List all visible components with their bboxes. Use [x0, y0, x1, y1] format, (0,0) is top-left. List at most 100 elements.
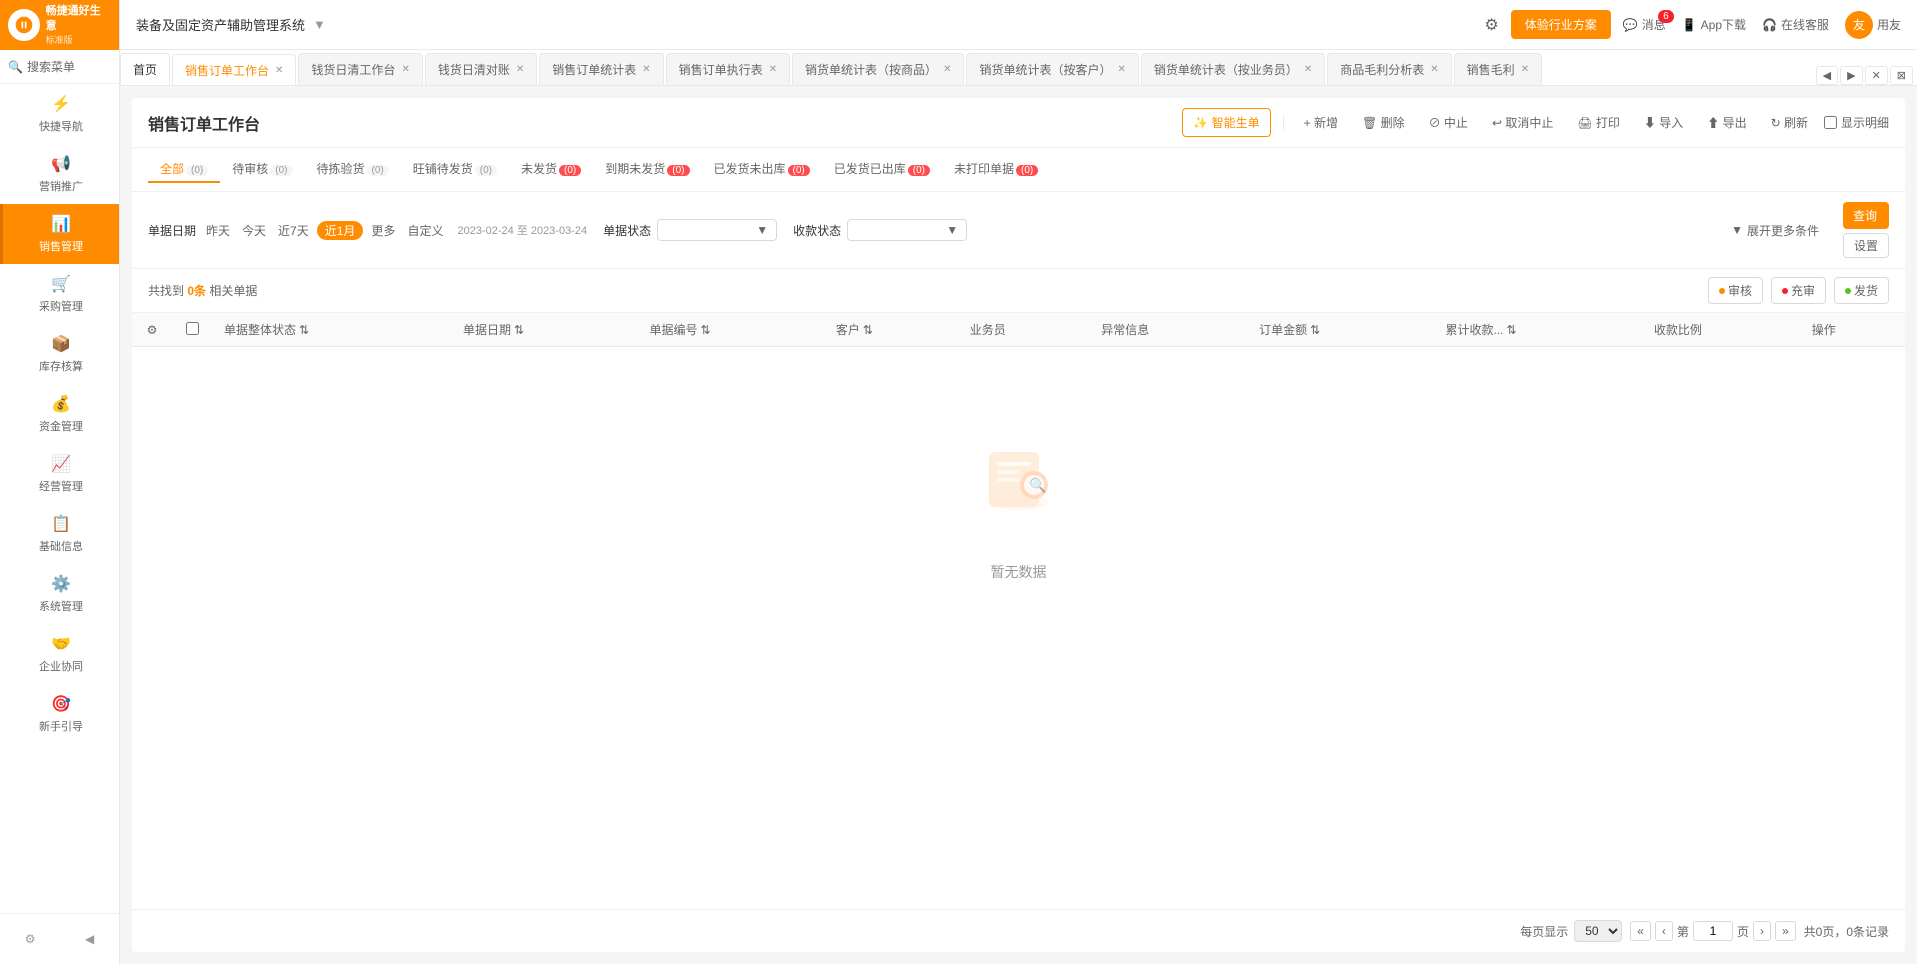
date-quick-今天[interactable]: 今天	[238, 221, 270, 240]
trial-btn[interactable]: 体验行业方案	[1511, 10, 1611, 39]
tab-close-sales-stat-product[interactable]: ✕	[943, 64, 951, 75]
filter-tab-badge-wangpu-ship: (0)	[475, 165, 497, 176]
filter-tab-all[interactable]: 全部(0)	[148, 156, 220, 183]
show-detail-checkbox[interactable]	[1824, 116, 1837, 129]
cancel-stop-btn[interactable]: ↩ 取消中止	[1484, 110, 1561, 135]
tabs-close-all-btn[interactable]: ⊠	[1890, 66, 1913, 85]
sidebar-guide-label: 新手引导	[39, 718, 83, 734]
tab-sales-stat-customer[interactable]: 销货单统计表（按客户）✕	[966, 53, 1138, 85]
date-quick-近1月[interactable]: 近1月	[317, 221, 364, 240]
expand-down-icon: ▼	[1731, 223, 1743, 237]
filter-tab-overdue-ship[interactable]: 到期未发货(0)	[593, 156, 701, 183]
cancel-audit-btn[interactable]: 充审	[1771, 277, 1826, 304]
tab-sales-stat-product[interactable]: 销货单统计表（按商品）✕	[792, 53, 964, 85]
tab-cash-reconcile[interactable]: 钱货日清对账✕	[425, 53, 537, 85]
tab-close-cash-daily[interactable]: ✕	[401, 64, 409, 75]
add-btn[interactable]: + 新增	[1296, 110, 1346, 135]
tab-sales-exec[interactable]: 销售订单执行表✕	[666, 53, 790, 85]
sidebar-item-guide[interactable]: 🎯新手引导	[0, 684, 119, 744]
sidebar-item-basic[interactable]: 📋基础信息	[0, 504, 119, 564]
tab-cash-daily[interactable]: 钱货日清工作台✕	[298, 53, 422, 85]
sidebar-settings-btn[interactable]: ⚙	[15, 922, 46, 956]
ship-btn[interactable]: 发货	[1834, 277, 1889, 304]
sidebar-item-purchase[interactable]: 🛒采购管理	[0, 264, 119, 324]
main-area: 装备及固定资产辅助管理系统 ▼ ⚙ 体验行业方案 💬 消息 6 📱 App下载 …	[120, 0, 1917, 964]
sidebar-item-sales[interactable]: 📊销售管理	[0, 204, 119, 264]
tab-home[interactable]: 首页	[120, 53, 170, 85]
page-number-input[interactable]	[1693, 921, 1733, 941]
select-arrow-icon: ▼	[756, 223, 768, 237]
tab-product-margin[interactable]: 商品毛利分析表✕	[1327, 53, 1451, 85]
tab-sales-stat-staff[interactable]: 销货单统计表（按业务员）✕	[1141, 53, 1325, 85]
sidebar-item-operation[interactable]: 📈经营管理	[0, 444, 119, 504]
payment-select[interactable]: ▼	[847, 219, 967, 241]
filter-settings-btn[interactable]: 设置	[1843, 233, 1889, 258]
sidebar-item-finance[interactable]: 💰资金管理	[0, 384, 119, 444]
refresh-btn[interactable]: ↻ 刷新	[1763, 110, 1816, 135]
logo-text: 畅捷通好生意 标准版	[46, 4, 111, 46]
topbar-online-service[interactable]: 🎧 在线客服	[1762, 16, 1829, 33]
filter-tab-pending-audit[interactable]: 待审核(0)	[220, 156, 304, 183]
delete-btn[interactable]: 🗑 删除	[1354, 110, 1413, 135]
tabs-prev-btn[interactable]: ◀	[1816, 66, 1838, 85]
tab-close-sales-stat-customer[interactable]: ✕	[1117, 64, 1125, 75]
sidebar-item-inventory[interactable]: 📦库存核算	[0, 324, 119, 384]
audit-btn[interactable]: 审核	[1708, 277, 1763, 304]
import-btn[interactable]: ⬇ 导入	[1636, 110, 1691, 135]
topbar-app-download[interactable]: 📱 App下载	[1682, 16, 1746, 33]
tab-close-sales-exec[interactable]: ✕	[769, 64, 777, 75]
tab-sales-profit[interactable]: 销售毛利✕	[1454, 53, 1542, 85]
prev-page-btn[interactable]: ‹	[1655, 921, 1673, 941]
expand-more-btn[interactable]: ▼ 展开更多条件	[1731, 222, 1819, 239]
sidebar-item-quick-nav[interactable]: ⚡快捷导航	[0, 84, 119, 144]
first-page-btn[interactable]: «	[1630, 921, 1651, 941]
topbar-message[interactable]: 💬 消息 6	[1623, 16, 1666, 33]
table-wrapper: ⚙ 单据整体状态⇅ 单据日期⇅ 单据编号⇅ 客户⇅ 业务员 异常信息 订单金额⇅…	[132, 313, 1905, 897]
query-btn[interactable]: 查询	[1843, 202, 1889, 229]
date-quick-自定义[interactable]: 自定义	[403, 221, 447, 240]
select-all-checkbox[interactable]	[186, 322, 199, 335]
tab-close-sales-stat[interactable]: ✕	[642, 64, 650, 75]
tab-sales-workbench[interactable]: 销售订单工作台✕	[172, 54, 296, 85]
filter-tab-pending-check[interactable]: 待拣验货(0)	[305, 156, 401, 183]
tabs-close-current-btn[interactable]: ✕	[1865, 66, 1888, 85]
status-filter-label: 单据状态	[603, 222, 651, 239]
filter-tab-wangpu-ship[interactable]: 旺铺待发货(0)	[401, 156, 509, 183]
date-quick-昨天[interactable]: 昨天	[202, 221, 234, 240]
smart-create-btn[interactable]: ✨ 智能生单	[1182, 108, 1270, 137]
filter-tab-shipped-not-out[interactable]: 已发货未出库(0)	[702, 156, 822, 183]
th-settings[interactable]: ⚙	[132, 313, 172, 347]
tab-sales-stat[interactable]: 销售订单统计表✕	[539, 53, 663, 85]
tab-close-cash-reconcile[interactable]: ✕	[516, 64, 524, 75]
stop-btn[interactable]: ⊘ 中止	[1421, 110, 1476, 135]
sidebar-search[interactable]: 🔍 搜索菜单	[0, 50, 119, 84]
tabs-next-btn[interactable]: ▶	[1840, 66, 1862, 85]
topbar-gear-icon[interactable]: ⚙	[1484, 15, 1498, 35]
next-page-btn[interactable]: ›	[1753, 921, 1771, 941]
sidebar-system-icon: ⚙️	[51, 574, 71, 594]
sidebar-item-enterprise[interactable]: 🤝企业协同	[0, 624, 119, 684]
horizontal-scrollbar[interactable]	[148, 897, 1889, 909]
tab-close-sales-workbench[interactable]: ✕	[275, 65, 283, 76]
filter-tab-not-printed[interactable]: 未打印单据(0)	[942, 156, 1050, 183]
sidebar-collapse-btn[interactable]: ◀	[75, 922, 104, 956]
date-quick-近7天[interactable]: 近7天	[274, 221, 313, 240]
page-size-select[interactable]: 50	[1574, 920, 1622, 942]
last-page-btn[interactable]: »	[1775, 921, 1796, 941]
orders-table: ⚙ 单据整体状态⇅ 单据日期⇅ 单据编号⇅ 客户⇅ 业务员 异常信息 订单金额⇅…	[132, 313, 1905, 347]
topbar-user[interactable]: 友 用友	[1845, 11, 1901, 39]
print-btn[interactable]: 🖨 打印	[1569, 110, 1628, 135]
system-dropdown-icon: ▼	[313, 17, 326, 32]
filter-tab-not-shipped[interactable]: 未发货(0)	[509, 156, 593, 183]
date-quick-更多[interactable]: 更多	[367, 221, 399, 240]
search-icon: 🔍	[8, 60, 23, 74]
export-btn[interactable]: ⬆ 导出	[1699, 110, 1754, 135]
sidebar-item-system[interactable]: ⚙️系统管理	[0, 564, 119, 624]
filter-tab-shipped-out[interactable]: 已发货已出库(0)	[822, 156, 942, 183]
status-select[interactable]: ▼	[657, 219, 777, 241]
tab-close-sales-stat-staff[interactable]: ✕	[1304, 64, 1312, 75]
tab-close-sales-profit[interactable]: ✕	[1521, 64, 1529, 75]
tab-close-product-margin[interactable]: ✕	[1430, 64, 1438, 75]
sidebar-item-marketing[interactable]: 📢营销推广	[0, 144, 119, 204]
svg-text:🔍: 🔍	[1029, 476, 1046, 494]
